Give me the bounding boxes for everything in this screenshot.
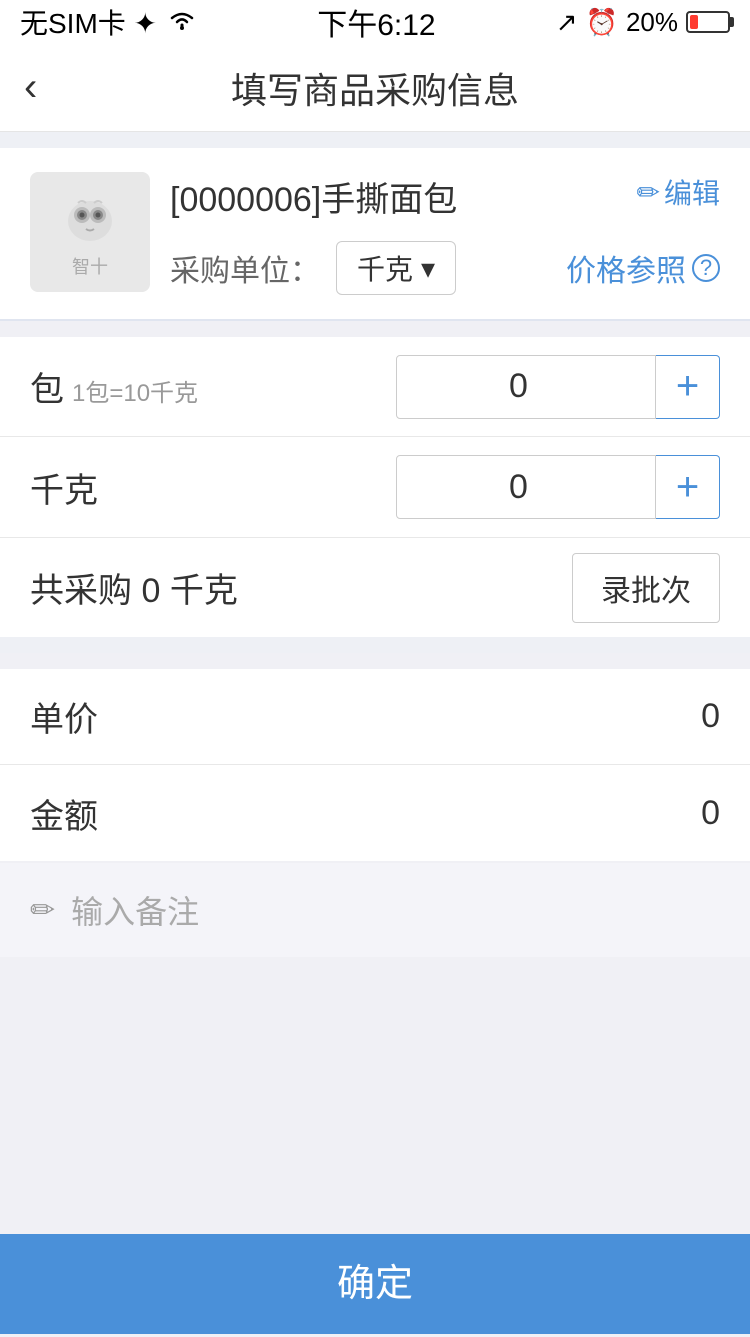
bao-label: 包1包=10千克	[30, 362, 198, 411]
separator	[0, 319, 750, 321]
input-section: 包1包=10千克 + 千克 +	[0, 337, 750, 537]
sim-status: 无SIM卡 ✦	[20, 2, 157, 42]
bao-plus-button[interactable]: +	[656, 355, 720, 419]
unit-label: 采购单位：	[170, 246, 320, 290]
status-left: 无SIM卡 ✦	[20, 2, 197, 42]
edit-button[interactable]: ✏ 编辑	[637, 172, 720, 212]
remark-placeholder: 输入备注	[71, 887, 199, 933]
unit-select[interactable]: 千克 ▾	[336, 241, 456, 295]
kg-input-row: 千克 +	[0, 437, 750, 537]
help-icon: ?	[692, 254, 720, 282]
alarm-icon: ⏰	[586, 7, 618, 38]
price-section: 单价 0 金额 0	[0, 669, 750, 861]
bao-input[interactable]	[396, 355, 656, 419]
kg-label: 千克	[30, 463, 150, 512]
status-time: 下午6:12	[317, 0, 435, 44]
kg-input-right: +	[396, 455, 720, 519]
confirm-button[interactable]: 确定	[0, 1234, 750, 1334]
product-name: [0000006]手撕面包	[170, 172, 457, 221]
status-right: ↗ ⏰ 20%	[556, 7, 730, 38]
edit-icon: ✏	[637, 176, 660, 209]
product-header: [0000006]手撕面包 ✏ 编辑	[170, 172, 720, 221]
unit-price-row: 单价 0	[0, 669, 750, 765]
amount-label: 金额	[30, 789, 98, 838]
wifi-icon	[167, 6, 197, 38]
unit-price-label: 单价	[30, 692, 98, 741]
batch-button[interactable]: 录批次	[572, 553, 720, 623]
amount-row: 金额 0	[0, 765, 750, 861]
bao-input-row: 包1包=10千克 +	[0, 337, 750, 437]
unit-price-value: 0	[701, 697, 720, 736]
product-card: 智十 [0000006]手撕面包 ✏ 编辑 采购单位： 千克 ▾ 价格参照 ?	[0, 148, 750, 319]
kg-input[interactable]	[396, 455, 656, 519]
battery-percent: 20%	[626, 7, 678, 38]
summary-row: 共采购 0 千克 录批次	[0, 537, 750, 637]
back-button[interactable]: ‹	[24, 65, 37, 110]
product-unit: 采购单位： 千克 ▾ 价格参照 ?	[170, 241, 720, 295]
middle-divider	[0, 637, 750, 653]
page-title: 填写商品采购信息	[231, 62, 519, 114]
amount-value: 0	[701, 794, 720, 833]
status-bar: 无SIM卡 ✦ 下午6:12 ↗ ⏰ 20%	[0, 0, 750, 44]
product-info: [0000006]手撕面包 ✏ 编辑 采购单位： 千克 ▾ 价格参照 ?	[170, 172, 720, 295]
summary-text: 共采购 0 千克	[30, 563, 238, 612]
location-icon: ↗	[556, 7, 578, 38]
kg-plus-button[interactable]: +	[656, 455, 720, 519]
price-ref-button[interactable]: 价格参照 ?	[566, 246, 720, 290]
remark-section: ✏ 输入备注	[0, 863, 750, 957]
unit-value: 千克	[357, 248, 413, 288]
top-divider	[0, 132, 750, 148]
bao-input-right: +	[396, 355, 720, 419]
nav-bar: ‹ 填写商品采购信息	[0, 44, 750, 132]
pencil-icon: ✏	[30, 893, 55, 928]
dropdown-icon: ▾	[421, 252, 435, 285]
product-image: 智十	[30, 172, 150, 292]
battery-icon	[686, 11, 730, 33]
